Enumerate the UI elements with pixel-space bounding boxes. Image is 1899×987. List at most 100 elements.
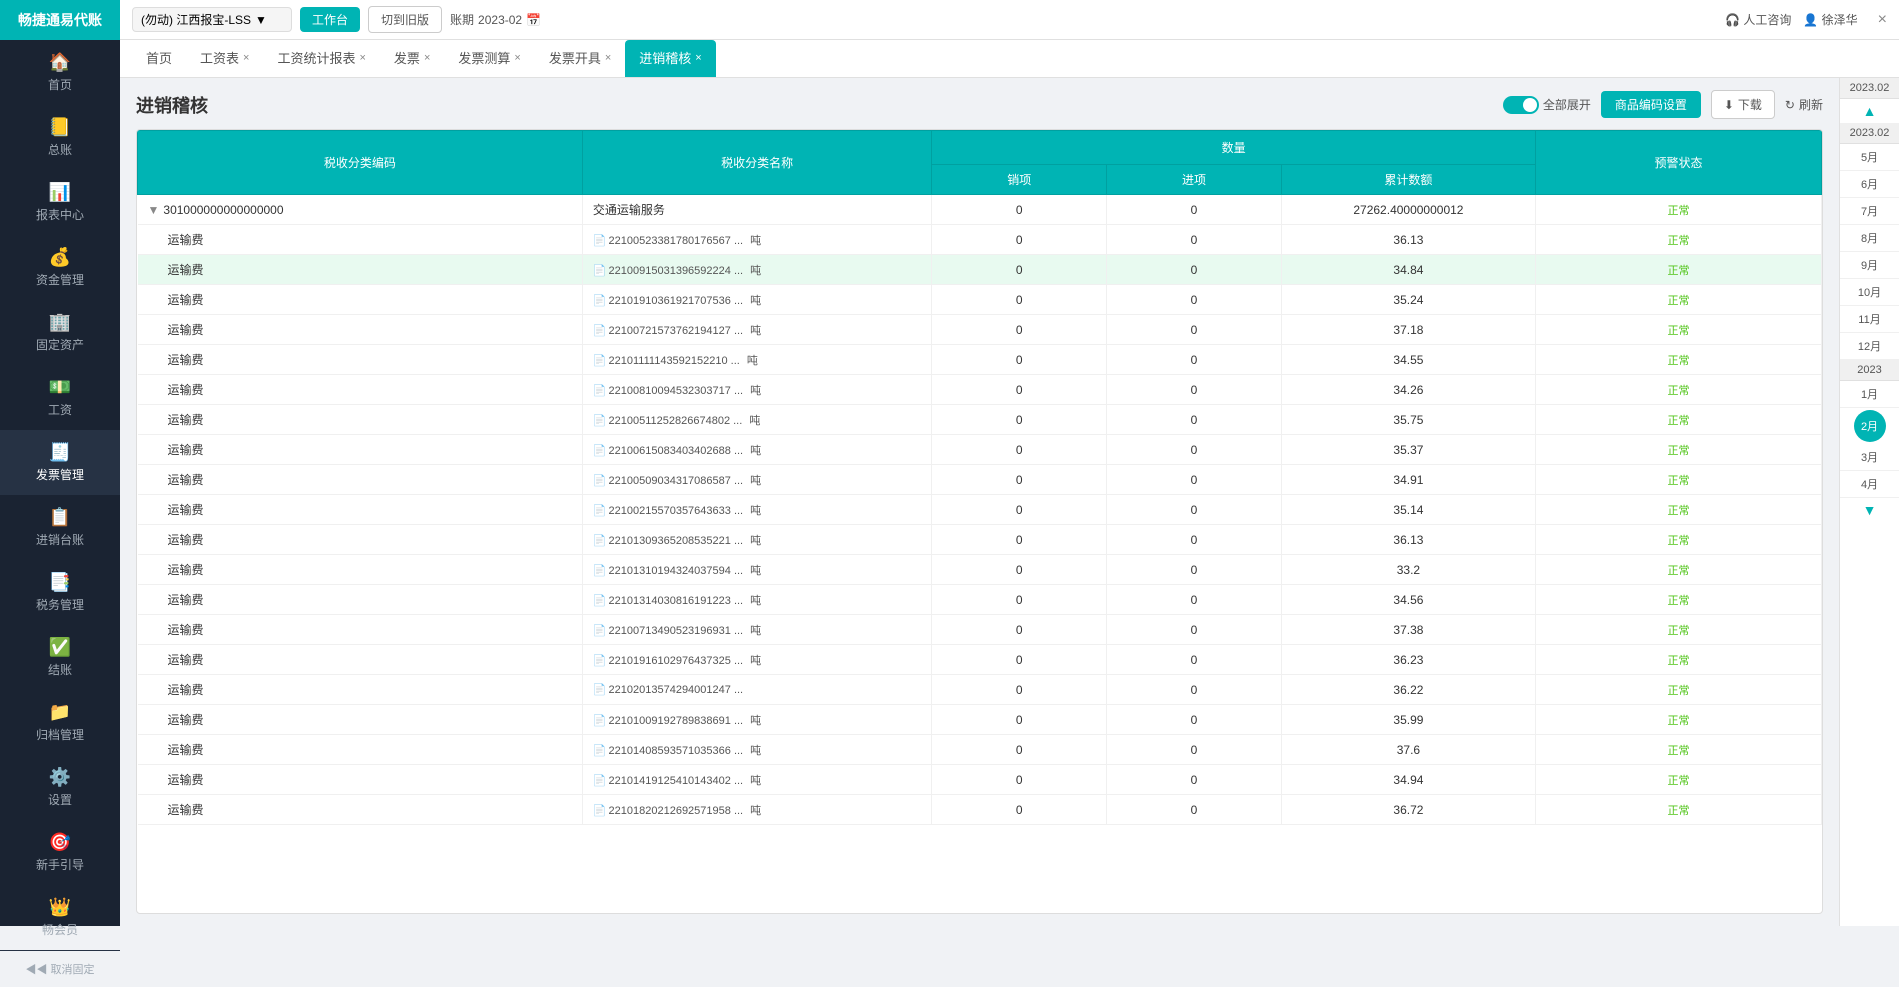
scroll-down-arrow[interactable]: ▼	[1840, 498, 1899, 522]
table-row: 运输费 📄22101910361921707536 ... 吨 0 0 35.2…	[138, 285, 1822, 315]
month-2-active[interactable]: 2月	[1854, 410, 1886, 442]
sidebar-item-salary[interactable]: 💵 工资	[0, 365, 120, 430]
row-code: 运输费	[138, 645, 583, 675]
ledger-icon: 📒	[49, 117, 71, 138]
month-10[interactable]: 10月	[1840, 279, 1899, 306]
tab-invoice-calc[interactable]: 发票测算 ×	[444, 40, 534, 77]
tab-invoice-calc-label: 发票测算	[458, 48, 510, 67]
row-status: 正常	[1536, 555, 1822, 585]
tab-salary-report-close[interactable]: ×	[359, 52, 365, 64]
sidebar-item-assets[interactable]: 🏢 固定资产	[0, 300, 120, 365]
archive-icon: 📁	[49, 702, 71, 723]
topbar-right: 🎧 人工咨询 👤 徐泽华 ×	[1725, 11, 1887, 29]
sidebar-item-checkout[interactable]: ✅ 结账	[0, 625, 120, 690]
sidebar-item-report[interactable]: 📊 报表中心	[0, 170, 120, 235]
headset-icon: 🎧	[1725, 13, 1740, 27]
row-status: 正常	[1536, 675, 1822, 705]
close-button[interactable]: ×	[1878, 11, 1887, 29]
sidebar-item-guide[interactable]: 🎯 新手引导	[0, 820, 120, 885]
sidebar-item-finance[interactable]: 💰 资金管理	[0, 235, 120, 300]
scroll-up-arrow[interactable]: ▲	[1840, 99, 1899, 123]
tab-audit-close[interactable]: ×	[695, 52, 701, 64]
month-8[interactable]: 8月	[1840, 225, 1899, 252]
table-row: 运输费 📄22100810094532303717 ... 吨 0 0 34.2…	[138, 375, 1822, 405]
row-sales: 0	[932, 705, 1107, 735]
tab-audit-label: 进销稽核	[639, 48, 691, 67]
row-invoice: 📄22101916102976437325 ... 吨	[582, 645, 932, 675]
toggle-expand[interactable]: 全部展开	[1503, 96, 1591, 114]
row-purchase: 0	[1107, 315, 1282, 345]
row-status: 正常	[1536, 345, 1822, 375]
row-sales: 0	[932, 735, 1107, 765]
tab-salary-close[interactable]: ×	[243, 52, 249, 64]
tab-salary[interactable]: 工资表 ×	[186, 40, 263, 77]
month-9[interactable]: 9月	[1840, 252, 1899, 279]
row-invoice: 📄22102013574294001247 ...	[582, 675, 932, 705]
row-status: 正常	[1536, 615, 1822, 645]
row-invoice: 📄22100215570357643633 ... 吨	[582, 495, 932, 525]
row-invoice: 📄22101910361921707536 ... 吨	[582, 285, 932, 315]
month-5[interactable]: 5月	[1840, 144, 1899, 171]
tab-invoice-issue-close[interactable]: ×	[605, 52, 611, 64]
table-row: 运输费 📄22101309365208535221 ... 吨 0 0 36.1…	[138, 525, 1822, 555]
right-panel-year-label-top: 2023.02	[1840, 78, 1899, 99]
tab-invoice-calc-close[interactable]: ×	[514, 52, 520, 64]
row-invoice: 📄22100511252826674802 ... 吨	[582, 405, 932, 435]
row-sales: 0	[932, 225, 1107, 255]
row-status: 正常	[1536, 195, 1822, 225]
row-status: 正常	[1536, 495, 1822, 525]
month-1[interactable]: 1月	[1840, 381, 1899, 408]
tab-home[interactable]: 首页	[132, 40, 186, 77]
month-6[interactable]: 6月	[1840, 171, 1899, 198]
period-selector[interactable]: 账期 2023-02 📅	[450, 11, 541, 28]
month-4[interactable]: 4月	[1840, 471, 1899, 498]
sidebar-item-ledger[interactable]: 📒 总账	[0, 105, 120, 170]
sidebar-item-member[interactable]: 👑 畅会员	[0, 885, 120, 950]
row-sales: 0	[932, 315, 1107, 345]
sidebar-item-home[interactable]: 🏠 首页	[0, 40, 120, 105]
row-cumulative: 37.18	[1281, 315, 1535, 345]
switch-old-button[interactable]: 切到旧版	[368, 6, 442, 33]
row-name: 交通运输服务	[582, 195, 932, 225]
tab-invoice-issue[interactable]: 发票开具 ×	[535, 40, 625, 77]
sidebar-item-label: 资金管理	[36, 271, 84, 288]
sidebar-item-settings[interactable]: ⚙️ 设置	[0, 755, 120, 820]
sidebar-item-archive[interactable]: 📁 归档管理	[0, 690, 120, 755]
row-invoice: 📄22100713490523196931 ... 吨	[582, 615, 932, 645]
month-11[interactable]: 11月	[1840, 306, 1899, 333]
tab-invoice-close[interactable]: ×	[424, 52, 430, 64]
checkout-icon: ✅	[49, 637, 71, 658]
tab-salary-report[interactable]: 工资统计报表 ×	[263, 40, 379, 77]
salary-icon: 💵	[49, 377, 71, 398]
tab-audit[interactable]: 进销稽核 ×	[625, 40, 715, 77]
sidebar-item-label: 总账	[48, 141, 72, 158]
user-menu[interactable]: 👤 徐泽华	[1803, 11, 1857, 28]
right-panel: 2023.02 ▲ 2023.02 5月 6月 7月 8月 9月 10月 11月…	[1839, 78, 1899, 926]
row-purchase: 0	[1107, 375, 1282, 405]
col-tax-name: 税收分类名称	[582, 131, 932, 195]
workbench-button[interactable]: 工作台	[300, 7, 360, 32]
download-button[interactable]: ⬇ 下载	[1711, 90, 1775, 119]
row-purchase: 0	[1107, 225, 1282, 255]
row-status: 正常	[1536, 375, 1822, 405]
sidebar-unpin[interactable]: ◀◀ 取消固定	[0, 950, 120, 987]
month-3[interactable]: 3月	[1840, 444, 1899, 471]
month-12[interactable]: 12月	[1840, 333, 1899, 360]
member-icon: 👑	[49, 897, 71, 918]
sidebar-item-sales-ledger[interactable]: 📋 进销台账	[0, 495, 120, 560]
sidebar-item-invoice[interactable]: 🧾 发票管理	[0, 430, 120, 495]
row-status: 正常	[1536, 315, 1822, 345]
support-link[interactable]: 🎧 人工咨询	[1725, 11, 1791, 28]
settings-button[interactable]: 商品编码设置	[1601, 91, 1701, 118]
tab-invoice[interactable]: 发票 ×	[380, 40, 444, 77]
refresh-button[interactable]: ↻ 刷新	[1785, 96, 1823, 113]
company-selector[interactable]: (勿动) 江西报宝-LSS ▼	[132, 7, 292, 32]
row-cumulative: 36.22	[1281, 675, 1535, 705]
data-table: 税收分类编码 税收分类名称 数量 预警状态 销项 进项 累计数额	[136, 129, 1823, 914]
month-7[interactable]: 7月	[1840, 198, 1899, 225]
row-purchase: 0	[1107, 705, 1282, 735]
table-row: 运输费 📄22101916102976437325 ... 吨 0 0 36.2…	[138, 645, 1822, 675]
sidebar-item-tax[interactable]: 📑 税务管理	[0, 560, 120, 625]
row-code: 运输费	[138, 435, 583, 465]
toggle-switch[interactable]	[1503, 96, 1539, 114]
